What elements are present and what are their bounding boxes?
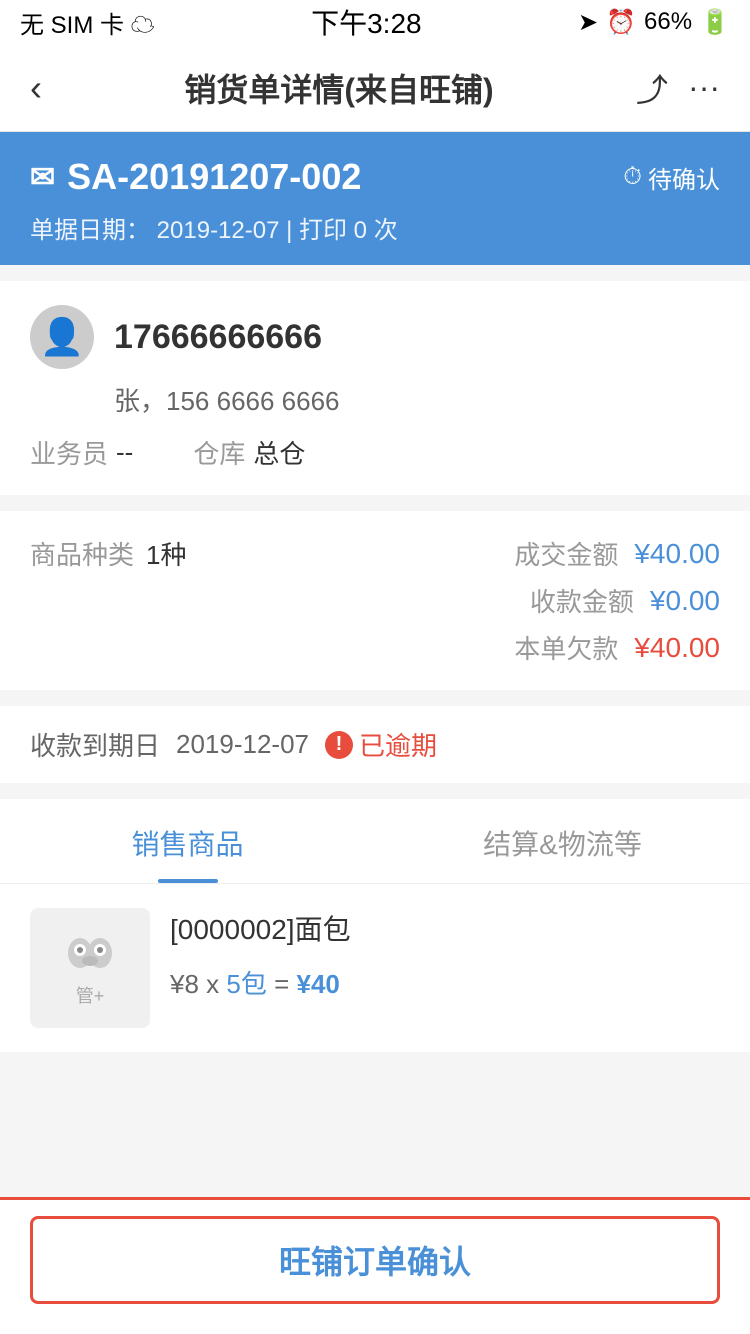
overdue-text: 已逾期 [359, 726, 437, 763]
more-icon[interactable]: ··· [688, 69, 720, 106]
avatar-icon: 👤 [40, 316, 85, 358]
page-title: 销货单详情(来自旺铺) [184, 65, 493, 111]
battery-label: 66% [644, 8, 692, 36]
customer-name: 张，156 6666 6666 [30, 381, 720, 418]
overdue-icon: ! [325, 731, 353, 759]
sales-value: -- [116, 437, 133, 468]
summary-row: 商品种类 1种 成交金额 ¥40.00 收款金额 ¥0.00 本单欠款 ¥40.… [30, 535, 720, 666]
amount-item: 成交金额 ¥40.00 [514, 535, 720, 572]
confirm-order-button[interactable]: 旺铺订单确认 [30, 1216, 720, 1304]
tab-settlement[interactable]: 结算&物流等 [375, 799, 750, 883]
product-thumbnail: 管+ [30, 908, 150, 1028]
owl-logo-svg [60, 928, 120, 978]
nav-actions: ⤴ ··· [636, 65, 720, 111]
summary-left: 商品种类 1种 [30, 535, 186, 572]
debt-value: ¥40.00 [634, 632, 720, 664]
due-date-label: 收款到期日 [30, 726, 160, 763]
date-value: 2019-12-07 [157, 217, 280, 244]
location-icon: ➤ [578, 8, 598, 37]
debt-item: 本单欠款 ¥40.00 [514, 629, 720, 666]
alarm-icon: ⏰ [606, 8, 636, 37]
customer-section: 👤 17666666666 张，156 6666 6666 业务员 -- 仓库 … [0, 281, 750, 495]
product-name: [0000002]面包 [170, 908, 720, 948]
product-item: 管+ [0000002]面包 ¥8 x 5包 = ¥40 [30, 908, 720, 1028]
back-button[interactable]: ‹ [30, 67, 42, 109]
customer-meta: 业务员 -- 仓库 总仓 [30, 434, 720, 471]
tab-sales[interactable]: 销售商品 [0, 799, 375, 883]
type-label: 商品种类 [30, 535, 134, 572]
qty-text: 5包 [226, 969, 266, 999]
received-item: 收款金额 ¥0.00 [530, 582, 720, 619]
order-header-card: ✉ SA-20191207-002 ⏱ 待确认 单据日期： 2019-12-07… [0, 132, 750, 265]
order-id-text: SA-20191207-002 [67, 156, 361, 198]
status-bar: 无 SIM 卡 ☁ 下午3:28 ➤ ⏰ 66% 🔋 [0, 0, 750, 44]
product-price: ¥8 x 5包 = ¥40 [170, 964, 720, 1001]
warehouse-meta: 仓库 总仓 [193, 434, 305, 471]
status-time: 下午3:28 [311, 2, 422, 42]
nav-bar: ‹ 销货单详情(来自旺铺) ⤴ ··· [0, 44, 750, 132]
status-badge: ⏱ 待确认 [623, 160, 720, 195]
order-summary: 商品种类 1种 成交金额 ¥40.00 收款金额 ¥0.00 本单欠款 ¥40.… [0, 511, 750, 690]
avatar: 👤 [30, 305, 94, 369]
summary-right: 成交金额 ¥40.00 收款金额 ¥0.00 本单欠款 ¥40.00 [514, 535, 720, 666]
status-left: 无 SIM 卡 ☁ [20, 5, 155, 40]
status-text: 待确认 [648, 160, 720, 195]
order-id: ✉ SA-20191207-002 [30, 156, 361, 198]
due-date-value: 2019-12-07 [176, 729, 309, 760]
type-value: 1种 [146, 535, 186, 572]
received-value: ¥0.00 [650, 585, 720, 617]
price-text: ¥8 x [170, 969, 226, 999]
amount-label: 成交金额 [514, 535, 618, 572]
amount-value: ¥40.00 [634, 538, 720, 570]
date-label: 单据日期： [30, 217, 150, 244]
sales-label: 业务员 [30, 434, 108, 471]
due-date-section: 收款到期日 2019-12-07 ! 已逾期 [0, 706, 750, 783]
sales-meta: 业务员 -- [30, 434, 133, 471]
debt-label: 本单欠款 [514, 629, 618, 666]
order-date: 单据日期： 2019-12-07 | 打印 0 次 [30, 210, 720, 245]
battery-icon: 🔋 [700, 8, 730, 37]
tabs-row: 销售商品 结算&物流等 [0, 799, 750, 884]
received-label: 收款金额 [530, 582, 634, 619]
product-info: [0000002]面包 ¥8 x 5包 = ¥40 [170, 908, 720, 1001]
equals-text: = [267, 969, 297, 999]
share-icon[interactable]: ⤴ [636, 65, 668, 111]
order-icon: ✉ [30, 160, 55, 195]
product-img-inner: 管+ [30, 908, 150, 1028]
total-text: ¥40 [296, 969, 339, 999]
customer-phone-row: 👤 17666666666 [30, 305, 720, 369]
bottom-bar: 旺铺订单确认 [0, 1197, 750, 1334]
customer-phone: 17666666666 [114, 318, 322, 357]
warehouse-value: 总仓 [253, 434, 305, 471]
brand-text: 管+ [76, 982, 105, 1008]
status-clock-icon: ⏱ [623, 163, 642, 191]
print-info: | 打印 0 次 [286, 217, 398, 244]
warehouse-label: 仓库 [193, 434, 245, 471]
product-section: 管+ [0000002]面包 ¥8 x 5包 = ¥40 [0, 884, 750, 1052]
overdue-badge: ! 已逾期 [325, 726, 437, 763]
status-right: ➤ ⏰ 66% 🔋 [578, 8, 730, 37]
sim-label: 无 SIM 卡 ☁ [20, 5, 155, 40]
tabs-section: 销售商品 结算&物流等 管+ [0, 799, 750, 1052]
